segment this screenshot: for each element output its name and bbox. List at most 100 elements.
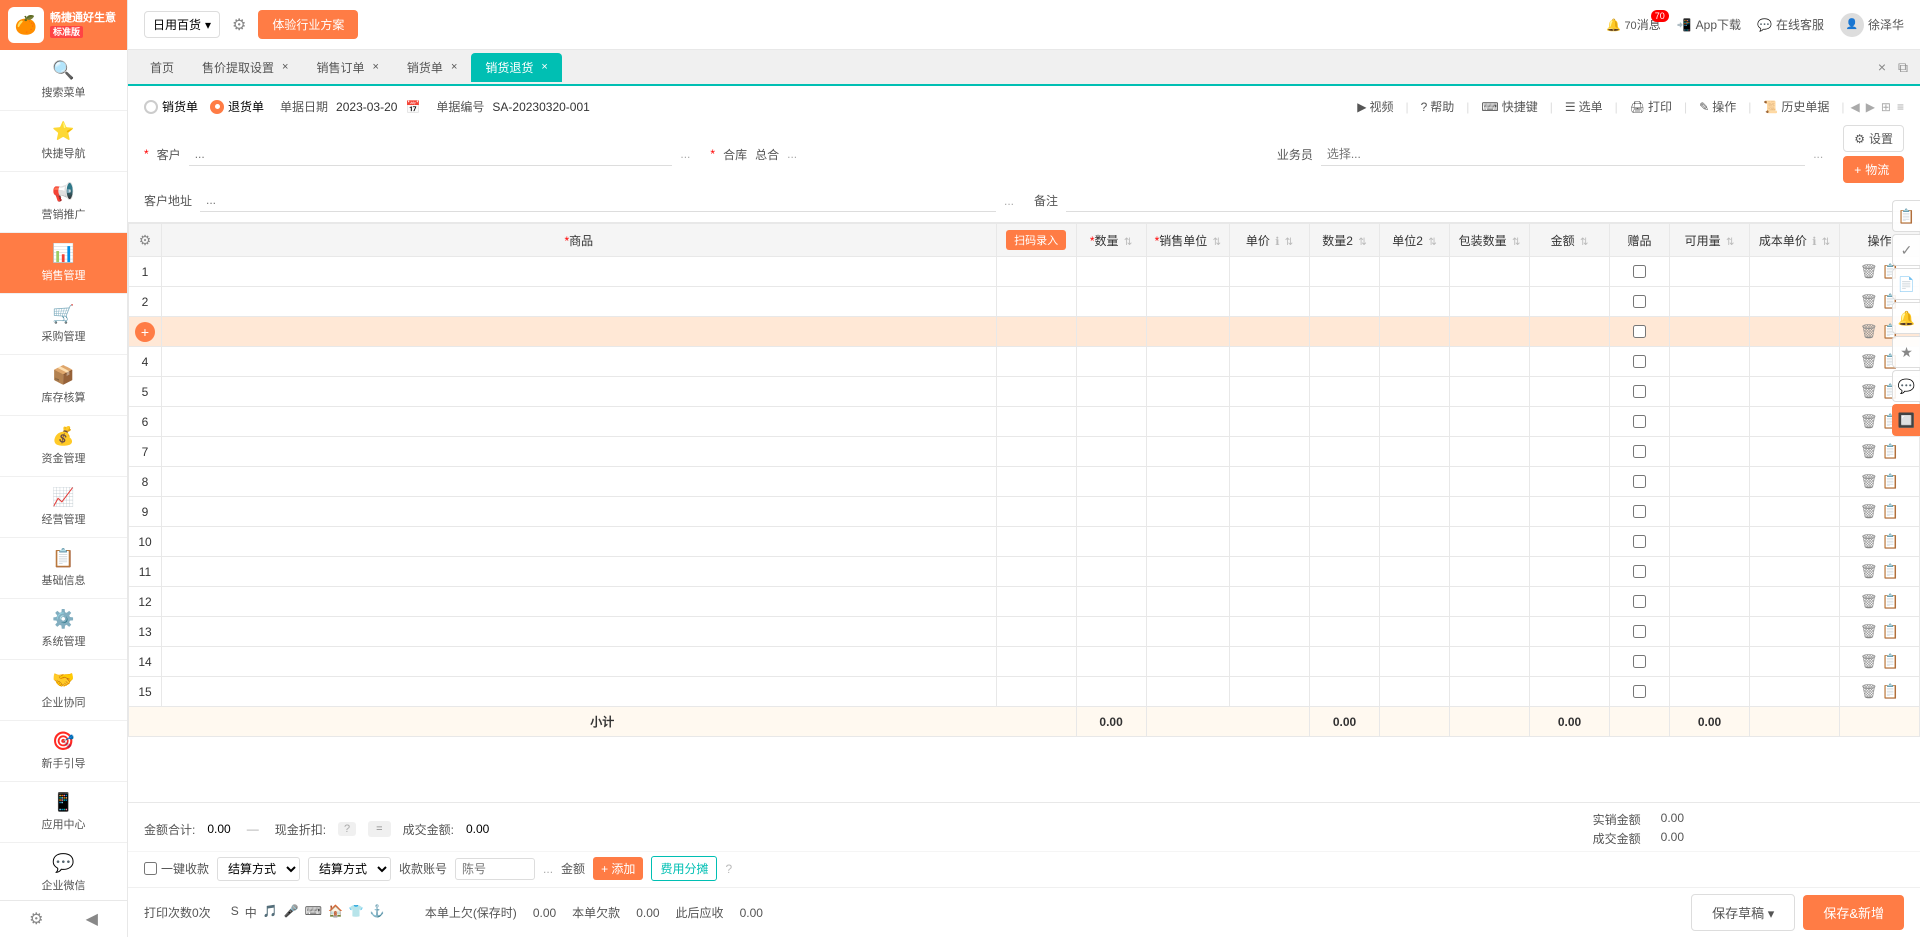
unit-cell[interactable] [1146,257,1229,287]
message-icon-btn[interactable]: 🔔 70 70消息 [1606,16,1661,33]
copy-row-icon[interactable]: 📋 [1882,473,1899,490]
copy-row-icon[interactable]: 📋 [1882,533,1899,550]
sidebar-item-finance[interactable]: 💰 资金管理 [0,416,127,477]
gift-checkbox[interactable] [1633,385,1646,398]
cost-cell[interactable] [1750,287,1840,317]
add-row-btn[interactable]: + [135,322,155,342]
cost-info-icon[interactable]: ℹ [1812,236,1816,248]
copy-row-icon[interactable]: 📋 [1882,503,1899,520]
delete-row-icon[interactable]: 🗑 [1860,503,1878,520]
sidebar-item-quick-nav[interactable]: ⭐ 快捷导航 [0,111,127,172]
sidebar-item-basic-info[interactable]: 📋 基础信息 [0,538,127,599]
gift-checkbox[interactable] [1633,625,1646,638]
copy-row-icon[interactable]: 📋 [1882,593,1899,610]
collapse-sidebar-icon[interactable]: ◀ [86,909,98,929]
app-download-btn[interactable]: 📲 App下载 [1677,16,1741,33]
payment-checkbox[interactable] [144,862,157,875]
list-view-icon[interactable]: ≡ [1897,100,1904,114]
save-new-btn[interactable]: 保存&新增 [1803,895,1904,930]
gift-checkbox[interactable] [1633,565,1646,578]
delete-row-icon[interactable]: 🗑 [1860,263,1878,280]
unit2-cell[interactable] [1380,287,1450,317]
sidebar-item-search[interactable]: 🔍 搜索菜单 [0,50,127,111]
delete-row-icon[interactable]: 🗑 [1860,353,1878,370]
customer-input[interactable] [189,143,673,166]
float-btn-1[interactable]: 📋 [1892,200,1920,232]
taskbar-icon-6[interactable]: 🏠 [328,904,343,921]
taskbar-icon-2[interactable]: 中 [245,904,257,921]
account-more-icon[interactable]: ... [543,862,553,876]
qty2-sort-icon[interactable]: ⇅ [1358,237,1366,248]
avail-sort-icon[interactable]: ⇅ [1726,237,1734,248]
float-btn-7[interactable]: 🔲 [1892,404,1920,436]
amount-sort-icon[interactable]: ⇅ [1580,237,1588,248]
column-settings-icon[interactable]: ⚙ [139,232,152,248]
cost-cell-active[interactable] [1750,317,1840,347]
fee-split-btn[interactable]: 费用分摊 [651,856,717,881]
help-calc-icon[interactable]: ? [338,822,356,836]
qty2-cell[interactable] [1310,287,1380,317]
qty2-cell[interactable] [1310,257,1380,287]
sidebar-item-inventory[interactable]: 📦 库存核算 [0,355,127,416]
float-btn-2[interactable]: ✓ [1892,234,1920,266]
float-btn-6[interactable]: 💬 [1892,370,1920,402]
sidebar-item-wechat[interactable]: 💬 企业微信 [0,843,127,900]
delete-row-icon[interactable]: 🗑 [1860,593,1878,610]
salesperson-input[interactable] [1321,143,1805,166]
sidebar-item-sales[interactable]: 📊 销售管理 [0,233,127,294]
delete-row-icon[interactable]: 🗑 [1860,623,1878,640]
sidebar-item-system[interactable]: ⚙️ 系统管理 [0,599,127,660]
online-service-btn[interactable]: 💬 在线客服 [1757,16,1824,33]
sidebar-item-enterprise[interactable]: 🤝 企业协同 [0,660,127,721]
avail-cell[interactable] [1670,287,1750,317]
gift-checkbox[interactable] [1633,445,1646,458]
pkg-cell[interactable] [1450,257,1530,287]
nav-next-icon[interactable]: ▶ [1866,100,1875,114]
amount-cell[interactable] [1530,287,1610,317]
copy-row-icon[interactable]: 📋 [1882,623,1899,640]
avail-cell-active[interactable] [1670,317,1750,347]
radio-sales-shipment[interactable]: 销货单 [144,98,198,115]
product-input-active[interactable] [168,325,990,339]
qty-sort-icon[interactable]: ⇅ [1124,237,1132,248]
gift-checkbox[interactable] [1633,295,1646,308]
logistics-btn[interactable]: + 物流 [1843,156,1904,183]
taskbar-icon-7[interactable]: 👕 [349,904,364,921]
price-sort-icon[interactable]: ⇅ [1285,237,1293,248]
delete-row-icon[interactable]: 🗑 [1860,683,1878,700]
video-btn[interactable]: ▶ 视频 [1351,96,1399,117]
delete-row-icon[interactable]: 🗑 [1860,473,1878,490]
amount-cell[interactable] [1530,257,1610,287]
account-input[interactable] [455,858,535,880]
radio-sales-return[interactable]: 退货单 [210,98,264,115]
close-sales-shipment-tab[interactable]: × [451,61,457,73]
customer-more-icon[interactable]: ... [680,147,690,161]
close-all-tabs-btn[interactable]: × [1874,57,1890,78]
unit2-cell-active[interactable] [1380,317,1450,347]
price-cell[interactable] [1230,257,1310,287]
copy-row-icon[interactable]: 📋 [1882,443,1899,460]
taskbar-icon-1[interactable]: S [231,904,239,921]
select-order-btn[interactable]: ☰ 选单 [1559,96,1609,117]
close-sales-order-tab[interactable]: × [372,61,378,73]
industry-select[interactable]: 日用百货 ▾ [144,11,220,38]
delete-row-icon[interactable]: 🗑 [1860,563,1878,580]
save-draft-btn[interactable]: 保存草稿 ▾ [1691,894,1795,931]
amount-cell-active[interactable] [1530,317,1610,347]
calculation-select[interactable]: 结算方式 [308,857,391,881]
cost-sort-icon[interactable]: ⇅ [1822,237,1830,248]
shortcuts-btn[interactable]: ⌨ 快捷键 [1475,96,1543,117]
float-btn-5[interactable]: ★ [1892,336,1920,368]
taskbar-icon-5[interactable]: ⌨ [305,904,322,921]
qty-cell[interactable] [1076,257,1146,287]
grid-view-icon[interactable]: ⊞ [1881,100,1891,114]
tab-sales-shipment[interactable]: 销货单 × [393,53,471,82]
scan-input-btn[interactable]: 扫码录入 [1006,230,1066,250]
unit2-cell[interactable] [1380,257,1450,287]
tab-price-settings[interactable]: 售价提取设置 × [188,53,302,82]
gift-checkbox[interactable] [1633,595,1646,608]
calendar-icon[interactable]: 📅 [405,100,420,114]
delete-row-icon[interactable]: 🗑 [1860,533,1878,550]
address-input[interactable] [200,189,996,212]
settings-bottom-icon[interactable]: ⚙ [29,909,43,929]
